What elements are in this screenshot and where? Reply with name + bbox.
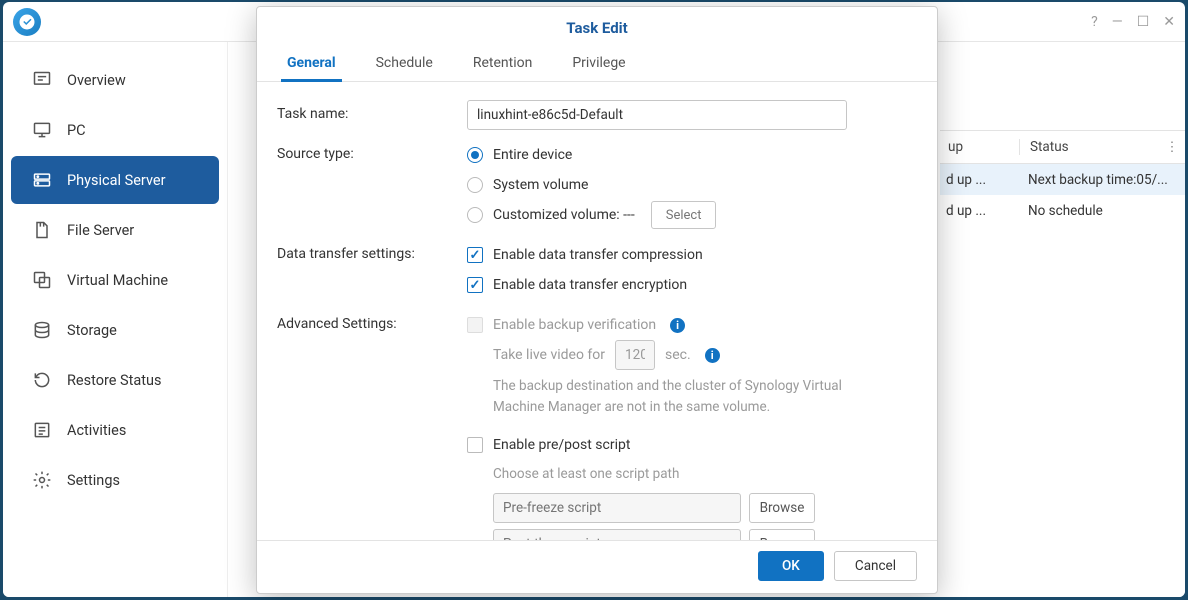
checkbox-label: Enable data transfer encryption (493, 277, 687, 293)
maximize-icon[interactable]: ☐ (1137, 14, 1150, 30)
vm-icon (31, 269, 53, 291)
sidebar-item-physical-server[interactable]: Physical Server (11, 156, 219, 204)
modal-title: Task Edit (257, 7, 937, 47)
sidebar-item-pc[interactable]: PC (11, 106, 219, 154)
browse-pre-button[interactable]: Browse (749, 493, 815, 523)
checkbox-icon (467, 247, 483, 263)
sidebar-item-storage[interactable]: Storage (11, 306, 219, 354)
checkbox-compression[interactable]: Enable data transfer compression (467, 240, 917, 270)
checkbox-label: Enable data transfer compression (493, 247, 703, 263)
cell-status: Next backup time:05/... (1018, 172, 1185, 188)
label-task-name: Task name: (277, 100, 467, 130)
tab-general[interactable]: General (285, 47, 338, 81)
checkbox-icon (467, 437, 483, 453)
sidebar-item-restore[interactable]: Restore Status (11, 356, 219, 404)
column-header-up[interactable]: up (940, 139, 1020, 155)
radio-icon (467, 177, 483, 193)
sidebar-item-label: Storage (67, 322, 117, 339)
activities-icon (31, 419, 53, 441)
tab-privilege[interactable]: Privilege (570, 47, 627, 81)
minimize-icon[interactable]: — (1112, 14, 1123, 30)
column-header-more[interactable]: ⋮ (1159, 139, 1185, 155)
pre-freeze-input (493, 493, 741, 523)
close-icon[interactable]: ✕ (1163, 14, 1175, 30)
sidebar-item-label: Settings (67, 472, 120, 489)
sidebar-item-label: File Server (67, 222, 134, 239)
script-hint: Choose at least one script path (467, 464, 867, 485)
checkbox-icon (467, 317, 483, 333)
radio-icon (467, 207, 483, 223)
physical-server-icon (31, 169, 53, 191)
volume-hint: The backup destination and the cluster o… (467, 376, 867, 418)
radio-icon (467, 147, 483, 163)
cancel-button[interactable]: Cancel (834, 551, 917, 581)
sidebar-item-label: Activities (67, 422, 126, 439)
browse-post-button[interactable]: Browse (749, 529, 815, 540)
modal-body: Task name: Source type: Entire device Sy… (257, 82, 937, 540)
cell-up: d up ... (940, 172, 1018, 188)
restore-icon (31, 369, 53, 391)
table-header: up Status ⋮ (940, 130, 1185, 164)
task-name-input[interactable] (467, 100, 847, 130)
sidebar-item-label: PC (67, 122, 86, 139)
settings-icon (31, 469, 53, 491)
checkbox-label: Enable backup verification (493, 317, 656, 333)
radio-system-volume[interactable]: System volume (467, 170, 917, 200)
post-thaw-input (493, 529, 741, 540)
table-row[interactable]: d up ... Next backup time:05/... (940, 164, 1185, 195)
modal-tabs: General Schedule Retention Privilege (257, 47, 937, 82)
sidebar-item-activities[interactable]: Activities (11, 406, 219, 454)
tab-retention[interactable]: Retention (471, 47, 535, 81)
ok-button[interactable]: OK (758, 551, 824, 581)
radio-label: Customized volume: --- (493, 207, 635, 223)
radio-label: Entire device (493, 147, 572, 163)
sidebar-item-file-server[interactable]: File Server (11, 206, 219, 254)
modal-footer: OK Cancel (257, 540, 937, 593)
checkbox-verify: Enable backup verification i (467, 310, 917, 340)
task-edit-modal: Task Edit General Schedule Retention Pri… (256, 6, 938, 594)
label-source-type: Source type: (277, 140, 467, 230)
overview-icon (31, 69, 53, 91)
sidebar-item-vm[interactable]: Virtual Machine (11, 256, 219, 304)
column-header-status[interactable]: Status (1020, 139, 1159, 155)
select-volume-button[interactable]: Select (651, 201, 717, 229)
file-server-icon (31, 219, 53, 241)
radio-entire-device[interactable]: Entire device (467, 140, 917, 170)
sidebar: Overview PC Physical Server File Server … (3, 42, 228, 597)
cell-status: No schedule (1018, 203, 1185, 219)
tab-schedule[interactable]: Schedule (374, 47, 435, 81)
video-input (615, 340, 655, 370)
table-row[interactable]: d up ... No schedule (940, 195, 1185, 226)
storage-icon (31, 319, 53, 341)
app-logo-icon (13, 8, 41, 36)
info-icon[interactable]: i (670, 318, 685, 333)
radio-customized-volume[interactable]: Customized volume: --- Select (467, 200, 917, 230)
live-video-row: Take live video for sec. i (467, 340, 917, 370)
pc-icon (31, 119, 53, 141)
window-controls: ? — ☐ ✕ (1091, 14, 1175, 30)
sidebar-item-label: Restore Status (67, 372, 162, 389)
label-advanced: Advanced Settings: (277, 310, 467, 540)
radio-label: System volume (493, 177, 588, 193)
sidebar-item-settings[interactable]: Settings (11, 456, 219, 504)
sidebar-item-label: Virtual Machine (67, 272, 168, 289)
info-icon[interactable]: i (705, 348, 720, 363)
video-suffix: sec. (665, 347, 691, 363)
cell-up: d up ... (940, 203, 1018, 219)
checkbox-label: Enable pre/post script (493, 437, 630, 453)
checkbox-prepost[interactable]: Enable pre/post script (467, 430, 917, 460)
video-prefix: Take live video for (493, 347, 605, 363)
sidebar-item-label: Physical Server (67, 172, 165, 189)
checkbox-encryption[interactable]: Enable data transfer encryption (467, 270, 917, 300)
sidebar-item-label: Overview (67, 72, 126, 89)
help-icon[interactable]: ? (1091, 14, 1098, 30)
label-dts: Data transfer settings: (277, 240, 467, 300)
checkbox-icon (467, 277, 483, 293)
sidebar-item-overview[interactable]: Overview (11, 56, 219, 104)
